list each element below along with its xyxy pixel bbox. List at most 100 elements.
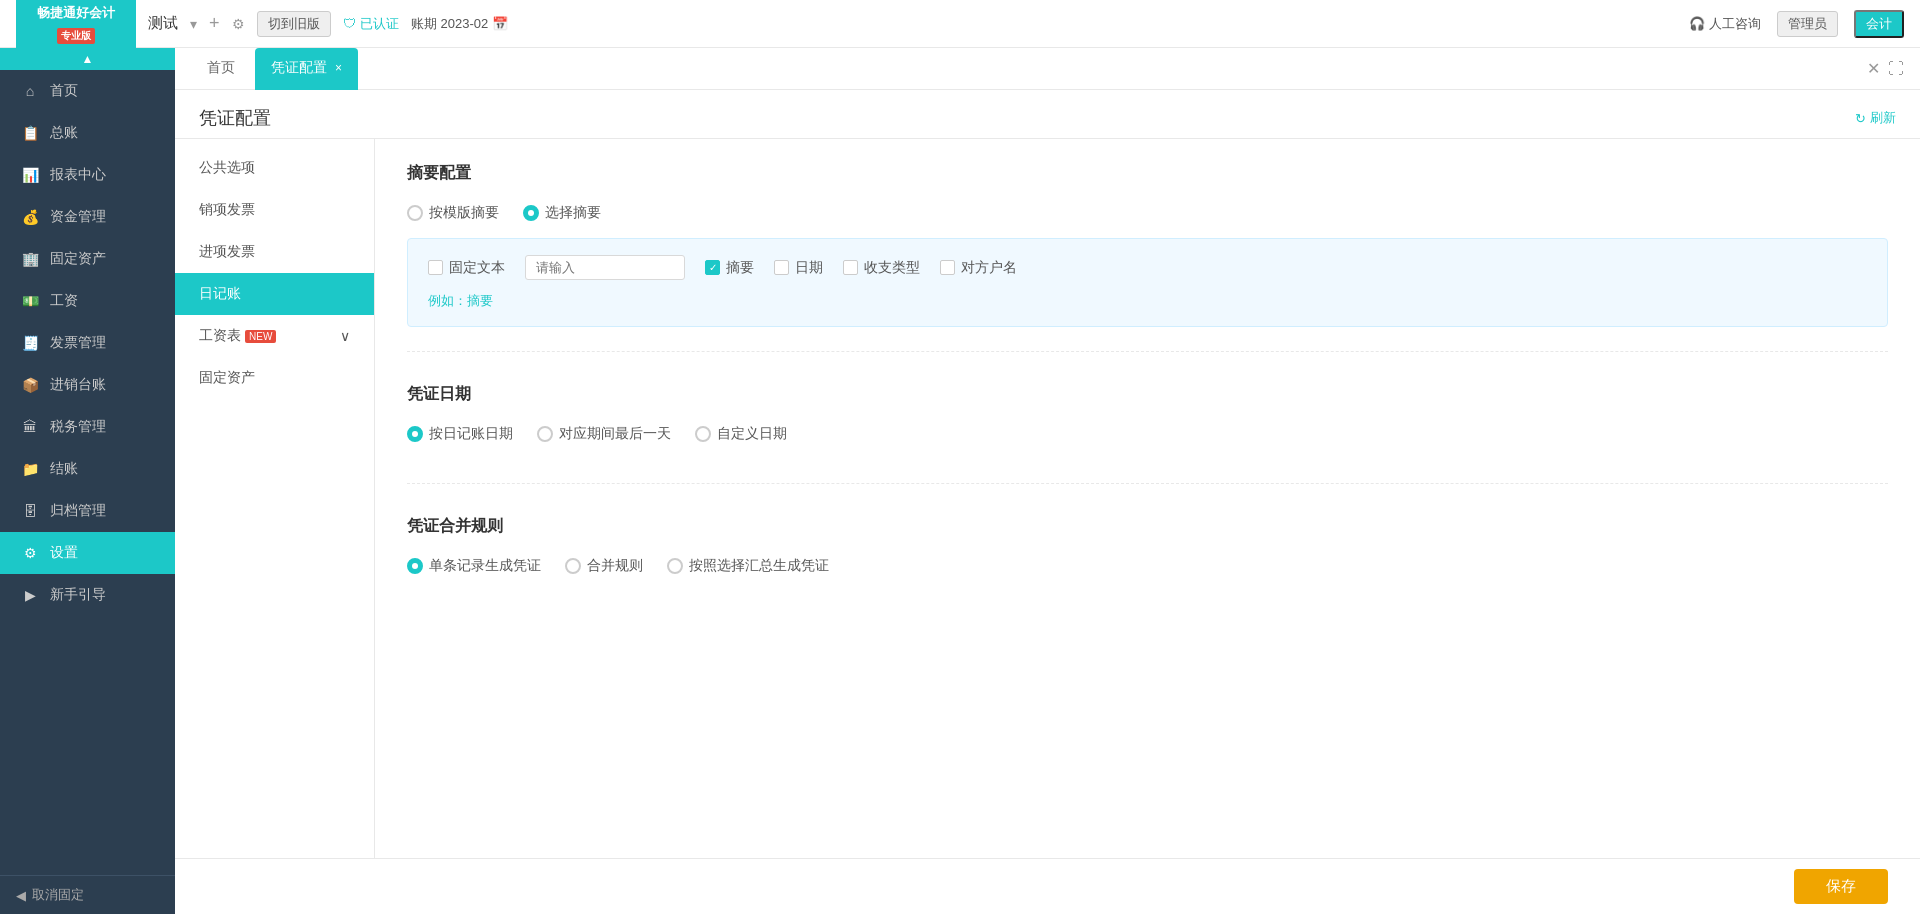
left-nav-label: 工资表: [199, 327, 241, 345]
left-nav-label: 公共选项: [199, 159, 255, 177]
summary-select-label: 选择摘要: [545, 204, 601, 222]
settings-icon: ⚙: [20, 545, 40, 561]
left-nav-item-purchase[interactable]: 进项发票: [175, 231, 374, 273]
select-merge-radio[interactable]: [667, 558, 683, 574]
voucher-date-section: 凭证日期 按日记账日期 对应期间最后一天 自定义日期: [407, 384, 1888, 484]
tab-close-icon[interactable]: ×: [335, 61, 342, 75]
tab-voucher-config[interactable]: 凭证配置×: [255, 48, 358, 90]
consult-button[interactable]: 🎧 人工咨询: [1689, 15, 1761, 33]
summary-select-radio[interactable]: [523, 205, 539, 221]
sidebar-item-payroll[interactable]: 💵 工资: [0, 280, 175, 322]
switch-old-version-button[interactable]: 切到旧版: [257, 11, 331, 37]
sidebar-item-archive[interactable]: 🗄 归档管理: [0, 490, 175, 532]
topbar: 畅捷通好会计 专业版 测试 ▾ + ⚙ 切到旧版 🛡 已认证 账期 2023-0…: [0, 0, 1920, 48]
journal-date-option[interactable]: 按日记账日期: [407, 425, 513, 443]
add-icon[interactable]: +: [209, 13, 220, 34]
sidebar-item-settings[interactable]: ⚙ 设置: [0, 532, 175, 574]
summary-radio-group: 按模版摘要 选择摘要: [407, 204, 1888, 222]
merge-rule-radio[interactable]: [565, 558, 581, 574]
sidebar-item-home[interactable]: ⌂ 首页: [0, 70, 175, 112]
home-icon: ⌂: [20, 83, 40, 99]
summary-checkbox-item[interactable]: ✓ 摘要: [705, 259, 754, 277]
voucher-date-title: 凭证日期: [407, 384, 1888, 405]
admin-button[interactable]: 管理员: [1777, 11, 1838, 37]
settings-icon[interactable]: ⚙: [232, 16, 245, 32]
expand-icon[interactable]: ⛶: [1888, 60, 1904, 78]
journal-date-radio[interactable]: [407, 426, 423, 442]
company-dropdown-icon[interactable]: ▾: [190, 16, 197, 32]
sidebar-item-label: 发票管理: [50, 334, 106, 352]
period-last-label: 对应期间最后一天: [559, 425, 671, 443]
summary-template-option[interactable]: 按模版摘要: [407, 204, 499, 222]
sidebar-item-capital[interactable]: 💰 资金管理: [0, 196, 175, 238]
sidebar-item-purchase[interactable]: 📦 进销台账: [0, 364, 175, 406]
fixed-text-checkbox[interactable]: [428, 260, 443, 275]
save-button[interactable]: 保存: [1794, 869, 1888, 904]
sidebar-item-label: 设置: [50, 544, 78, 562]
refresh-button[interactable]: ↻ 刷新: [1855, 109, 1896, 127]
topbar-right: 🎧 人工咨询 管理员 会计: [1689, 10, 1904, 38]
custom-date-radio[interactable]: [695, 426, 711, 442]
select-merge-option[interactable]: 按照选择汇总生成凭证: [667, 557, 829, 575]
sidebar-item-tax[interactable]: 🏛 税务管理: [0, 406, 175, 448]
left-nav-item-journal[interactable]: 日记账: [175, 273, 374, 315]
right-content: 摘要配置 按模版摘要 选择摘要: [375, 139, 1920, 858]
content-area: 首页凭证配置× ✕ ⛶ 凭证配置 ↻ 刷新 公共选项销项发票进项发票日记账工资表…: [175, 48, 1920, 914]
sidebar-item-reports[interactable]: 📊 报表中心: [0, 154, 175, 196]
inner-layout: 公共选项销项发票进项发票日记账工资表NEW∨固定资产 摘要配置 按模版摘要 选择…: [175, 139, 1920, 858]
page-header: 凭证配置 ↻ 刷新: [175, 90, 1920, 139]
left-nav-label: 销项发票: [199, 201, 255, 219]
summary-template-radio[interactable]: [407, 205, 423, 221]
period-last-radio[interactable]: [537, 426, 553, 442]
fixed-text-checkbox-item[interactable]: 固定文本: [428, 259, 505, 277]
ledger-icon: 📋: [20, 125, 40, 141]
single-record-option[interactable]: 单条记录生成凭证: [407, 557, 541, 575]
summary-checkbox[interactable]: ✓: [705, 260, 720, 275]
sidebar-item-label: 归档管理: [50, 502, 106, 520]
period-last-option[interactable]: 对应期间最后一天: [537, 425, 671, 443]
close-window-icon[interactable]: ✕: [1867, 59, 1880, 78]
fixed-text-label: 固定文本: [449, 259, 505, 277]
left-nav-item-fixedassets[interactable]: 固定资产: [175, 357, 374, 399]
cancel-fixed-button[interactable]: ◀ 取消固定: [0, 875, 175, 914]
sidebar-item-ledger[interactable]: 📋 总账: [0, 112, 175, 154]
left-nav-label: 日记账: [199, 285, 241, 303]
income-type-label: 收支类型: [864, 259, 920, 277]
sidebar-item-guide[interactable]: ▶ 新手引导: [0, 574, 175, 616]
custom-date-label: 自定义日期: [717, 425, 787, 443]
period-value: 2023-02: [441, 16, 489, 31]
counterpart-checkbox[interactable]: [940, 260, 955, 275]
sidebar-item-invoice[interactable]: 🧾 发票管理: [0, 322, 175, 364]
fixed-text-input[interactable]: [525, 255, 685, 280]
consult-label: 人工咨询: [1709, 15, 1761, 33]
left-nav-item-sales[interactable]: 销项发票: [175, 189, 374, 231]
app-logo: 畅捷通好会计 专业版: [16, 0, 136, 48]
sidebar-scroll-up[interactable]: ▲: [0, 48, 175, 70]
purchase-icon: 📦: [20, 377, 40, 393]
left-nav-item-payroll[interactable]: 工资表NEW∨: [175, 315, 374, 357]
merge-radio-group: 单条记录生成凭证 合并规则 按照选择汇总生成凭证: [407, 557, 1888, 575]
accountant-button[interactable]: 会计: [1854, 10, 1904, 38]
sidebar-item-close[interactable]: 📁 结账: [0, 448, 175, 490]
single-record-label: 单条记录生成凭证: [429, 557, 541, 575]
single-record-radio[interactable]: [407, 558, 423, 574]
date-checkbox[interactable]: [774, 260, 789, 275]
income-type-checkbox[interactable]: [843, 260, 858, 275]
left-nav-item-public[interactable]: 公共选项: [175, 147, 374, 189]
income-type-checkbox-item[interactable]: 收支类型: [843, 259, 920, 277]
logo-badge: 专业版: [57, 28, 95, 44]
merge-rule-option[interactable]: 合并规则: [565, 557, 643, 575]
summary-section: 摘要配置 按模版摘要 选择摘要: [407, 163, 1888, 352]
cancel-fixed-icon: ◀: [16, 888, 26, 903]
merge-rule-label: 合并规则: [587, 557, 643, 575]
date-checkbox-item[interactable]: 日期: [774, 259, 823, 277]
payroll-icon: 💵: [20, 293, 40, 309]
tab-home[interactable]: 首页: [191, 48, 251, 90]
calendar-icon[interactable]: 📅: [492, 16, 508, 31]
merge-rule-title: 凭证合并规则: [407, 516, 1888, 537]
summary-select-option[interactable]: 选择摘要: [523, 204, 601, 222]
counterpart-checkbox-item[interactable]: 对方户名: [940, 259, 1017, 277]
shield-icon: 🛡: [343, 16, 356, 31]
sidebar-item-assets[interactable]: 🏢 固定资产: [0, 238, 175, 280]
custom-date-option[interactable]: 自定义日期: [695, 425, 787, 443]
